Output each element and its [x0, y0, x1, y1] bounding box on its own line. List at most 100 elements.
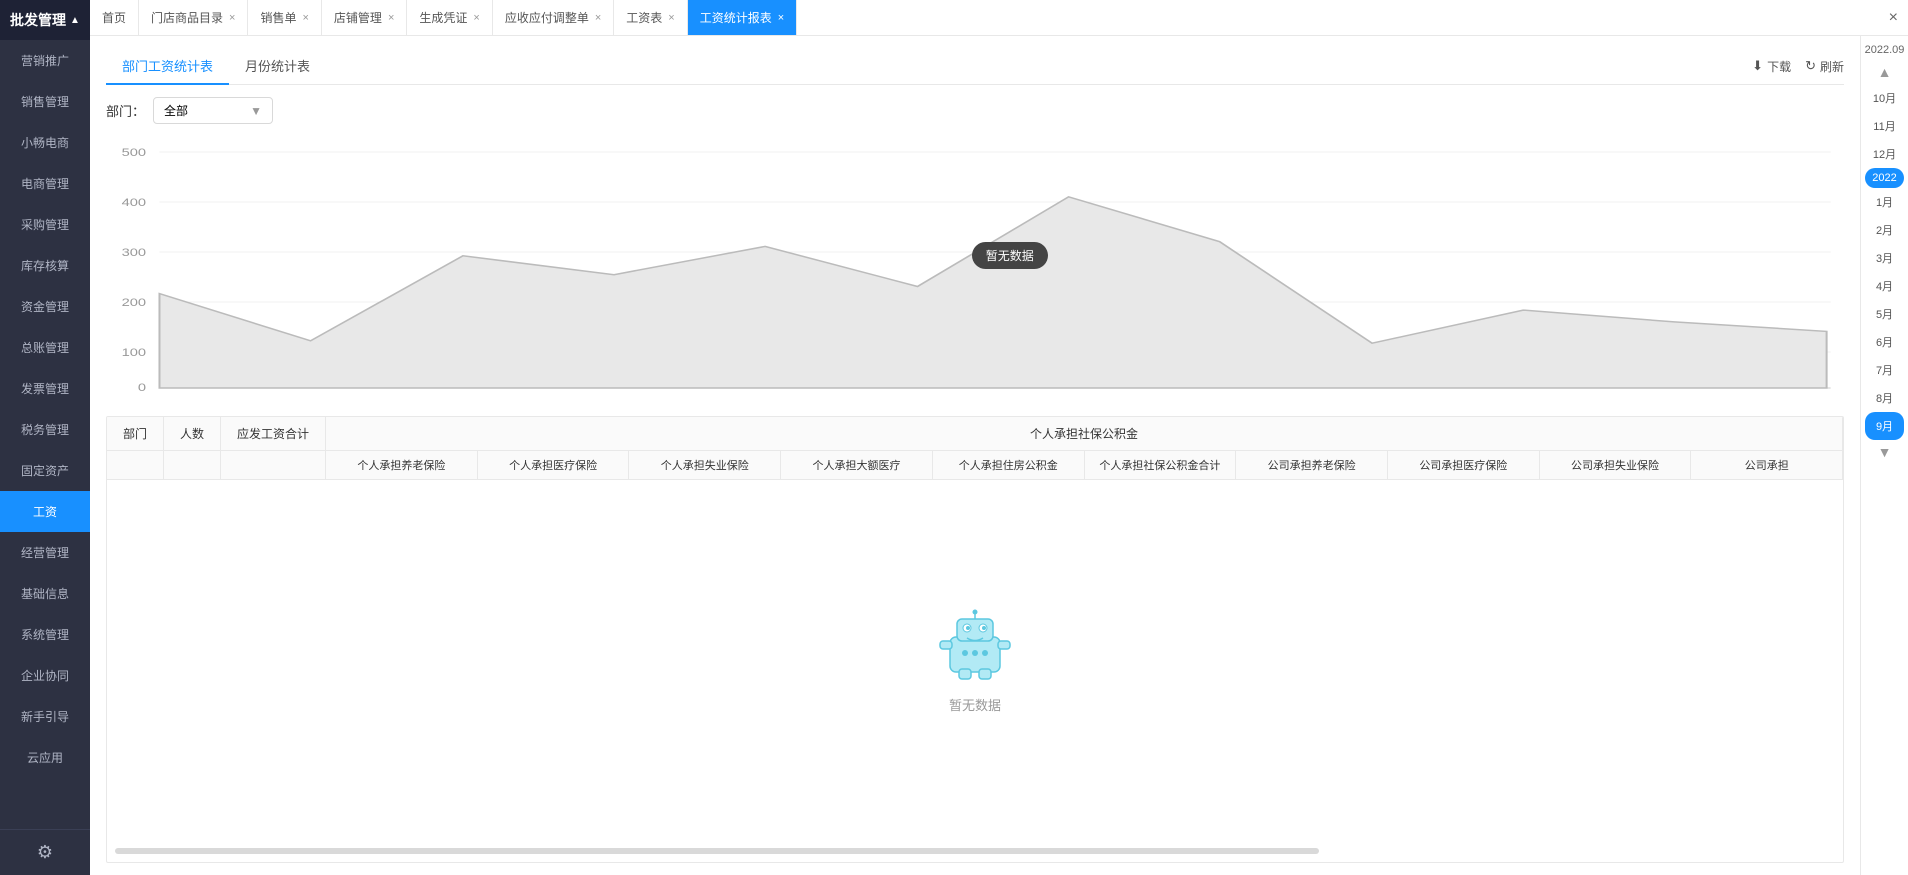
chart-svg: 500 400 300 200 100 0 — [106, 136, 1844, 396]
sidebar-item-云应用[interactable]: 云应用 — [0, 737, 90, 778]
timeline-month-9[interactable]: 9月 — [1865, 412, 1904, 440]
th-group-个人承担: 个人承担社保公积金 — [326, 417, 1842, 451]
sidebar: 批发管理 ▲ 营销推广 销售管理 小畅电商 电商管理 采购管理 库存核算 资金管… — [0, 0, 90, 875]
svg-text:100: 100 — [122, 346, 147, 359]
refresh-icon: ↻ — [1805, 58, 1816, 74]
svg-text:200: 200 — [122, 296, 147, 309]
empty-icon — [935, 607, 1015, 687]
toolbar-left: 部门： 全部 ▼ — [106, 97, 273, 124]
sidebar-header: 批发管理 ▲ — [0, 0, 90, 40]
sidebar-item-固定资产[interactable]: 固定资产 — [0, 450, 90, 491]
sidebar-item-系统管理[interactable]: 系统管理 — [0, 614, 90, 655]
th-个人承担养老保险: 个人承担养老保险 — [326, 451, 478, 479]
table-area: 部门 人数 应发工资合计 个人承担社保公积金 — [106, 416, 1844, 863]
tab-close-店铺管理[interactable]: × — [388, 12, 394, 24]
main-content: 部门工资统计表 月份统计表 ⬇ 下载 ↻ 刷新 — [90, 36, 1860, 875]
tab-close-应收应付调整单[interactable]: × — [595, 12, 601, 24]
tab-close-生成凭证[interactable]: × — [473, 12, 479, 24]
timeline-nav-up[interactable]: ▲ — [1861, 60, 1908, 84]
sidebar-item-工资[interactable]: 工资 — [0, 491, 90, 532]
svg-text:0: 0 — [138, 381, 146, 394]
svg-text:400: 400 — [122, 196, 147, 209]
th-部门-sub — [107, 451, 163, 479]
sidebar-title: 批发管理 — [10, 10, 66, 30]
download-icon: ⬇ — [1752, 58, 1763, 74]
gear-icon: ⚙ — [37, 842, 53, 862]
timeline-panel: 2022.09 ▲ 10月 11月 12月 2022 1月 2月 3月 4月 5… — [1860, 36, 1908, 875]
timeline-month-5[interactable]: 5月 — [1861, 300, 1908, 328]
timeline-month-8[interactable]: 8月 — [1861, 384, 1908, 412]
timeline-month-2[interactable]: 2月 — [1861, 216, 1908, 244]
tab-店铺管理[interactable]: 店铺管理 × — [322, 0, 407, 35]
sidebar-item-基础信息[interactable]: 基础信息 — [0, 573, 90, 614]
th-个人承担住房公积金: 个人承担住房公积金 — [933, 451, 1085, 479]
tab-close-工资表[interactable]: × — [668, 12, 674, 24]
sub-tab-部门工资统计表[interactable]: 部门工资统计表 — [106, 48, 229, 85]
tab-close-销售单[interactable]: × — [302, 12, 308, 24]
top-tabs: 首页 门店商品目录 × 销售单 × 店铺管理 × 生成凭证 × 应收应付调整单 … — [90, 0, 1908, 36]
svg-text:300: 300 — [122, 246, 147, 259]
sidebar-item-库存核算[interactable]: 库存核算 — [0, 245, 90, 286]
th-公司承担: 公司承担 — [1691, 451, 1842, 479]
timeline-year-2022[interactable]: 2022 — [1865, 168, 1904, 188]
svg-text:500: 500 — [122, 146, 147, 159]
th-个人承担失业保险: 个人承担失业保险 — [629, 451, 781, 479]
timeline-month-6[interactable]: 6月 — [1861, 328, 1908, 356]
timeline-month-7[interactable]: 7月 — [1861, 356, 1908, 384]
th-人数: 人数 — [164, 417, 220, 451]
settings-button[interactable]: ⚙ — [0, 829, 90, 875]
main-area: 首页 门店商品目录 × 销售单 × 店铺管理 × 生成凭证 × 应收应付调整单 … — [90, 0, 1908, 875]
close-all-tabs[interactable]: × — [1879, 9, 1908, 27]
timeline-month-11[interactable]: 11月 — [1861, 112, 1908, 140]
th-部门: 部门 — [107, 417, 163, 451]
sidebar-item-总账管理[interactable]: 总账管理 — [0, 327, 90, 368]
sidebar-item-销售管理[interactable]: 销售管理 — [0, 81, 90, 122]
sidebar-item-采购管理[interactable]: 采购管理 — [0, 204, 90, 245]
content-area: 部门工资统计表 月份统计表 ⬇ 下载 ↻ 刷新 — [90, 36, 1908, 875]
tab-close-工资统计报表[interactable]: × — [778, 12, 784, 24]
download-button[interactable]: ⬇ 下载 — [1752, 58, 1791, 75]
sidebar-item-电商管理[interactable]: 电商管理 — [0, 163, 90, 204]
sidebar-item-小畅电商[interactable]: 小畅电商 — [0, 122, 90, 163]
timeline-month-4[interactable]: 4月 — [1861, 272, 1908, 300]
th-个人承担社保公积金合计: 个人承担社保公积金合计 — [1085, 451, 1237, 479]
dept-label: 部门： — [106, 101, 145, 120]
sidebar-item-资金管理[interactable]: 资金管理 — [0, 286, 90, 327]
tab-首页[interactable]: 首页 — [90, 0, 139, 35]
refresh-button[interactable]: ↻ 刷新 — [1805, 58, 1844, 75]
timeline-month-12[interactable]: 12月 — [1861, 140, 1908, 168]
th-应发工资合计-sub — [221, 451, 325, 479]
sidebar-item-新手引导[interactable]: 新手引导 — [0, 696, 90, 737]
timeline-current-date: 2022.09 — [1863, 40, 1907, 60]
th-公司承担养老保险: 公司承担养老保险 — [1236, 451, 1388, 479]
timeline-month-10[interactable]: 10月 — [1861, 84, 1908, 112]
tab-门店商品目录[interactable]: 门店商品目录 × — [139, 0, 248, 35]
th-人数-sub — [164, 451, 220, 479]
sidebar-item-经营管理[interactable]: 经营管理 — [0, 532, 90, 573]
toolbar-row: 部门： 全部 ▼ — [106, 97, 1844, 124]
tab-工资表[interactable]: 工资表 × — [614, 0, 687, 35]
sidebar-item-发票管理[interactable]: 发票管理 — [0, 368, 90, 409]
tab-应收应付调整单[interactable]: 应收应付调整单 × — [493, 0, 614, 35]
th-个人承担大额医疗: 个人承担大额医疗 — [781, 451, 933, 479]
sub-tab-月份统计表[interactable]: 月份统计表 — [229, 48, 326, 85]
timeline-nav-down[interactable]: ▼ — [1861, 440, 1908, 464]
table-scroll-bar[interactable] — [115, 848, 1319, 854]
timeline-month-3[interactable]: 3月 — [1861, 244, 1908, 272]
sidebar-arrow-icon: ▲ — [70, 15, 80, 26]
sidebar-item-企业协同[interactable]: 企业协同 — [0, 655, 90, 696]
chevron-down-icon: ▼ — [250, 104, 262, 118]
tab-生成凭证[interactable]: 生成凭证 × — [407, 0, 492, 35]
sidebar-item-营销推广[interactable]: 营销推广 — [0, 40, 90, 81]
sidebar-item-税务管理[interactable]: 税务管理 — [0, 409, 90, 450]
empty-text: 暂无数据 — [949, 695, 1001, 714]
tab-close-门店商品目录[interactable]: × — [229, 12, 235, 24]
timeline-month-1[interactable]: 1月 — [1861, 188, 1908, 216]
th-公司承担失业保险: 公司承担失业保险 — [1540, 451, 1692, 479]
th-个人承担医疗保险: 个人承担医疗保险 — [478, 451, 630, 479]
tab-销售单[interactable]: 销售单 × — [248, 0, 321, 35]
tab-工资统计报表[interactable]: 工资统计报表 × — [688, 0, 797, 35]
dept-select[interactable]: 全部 ▼ — [153, 97, 273, 124]
sub-tabs: 部门工资统计表 月份统计表 ⬇ 下载 ↻ 刷新 — [106, 48, 1844, 85]
th-公司承担医疗保险: 公司承担医疗保险 — [1388, 451, 1540, 479]
